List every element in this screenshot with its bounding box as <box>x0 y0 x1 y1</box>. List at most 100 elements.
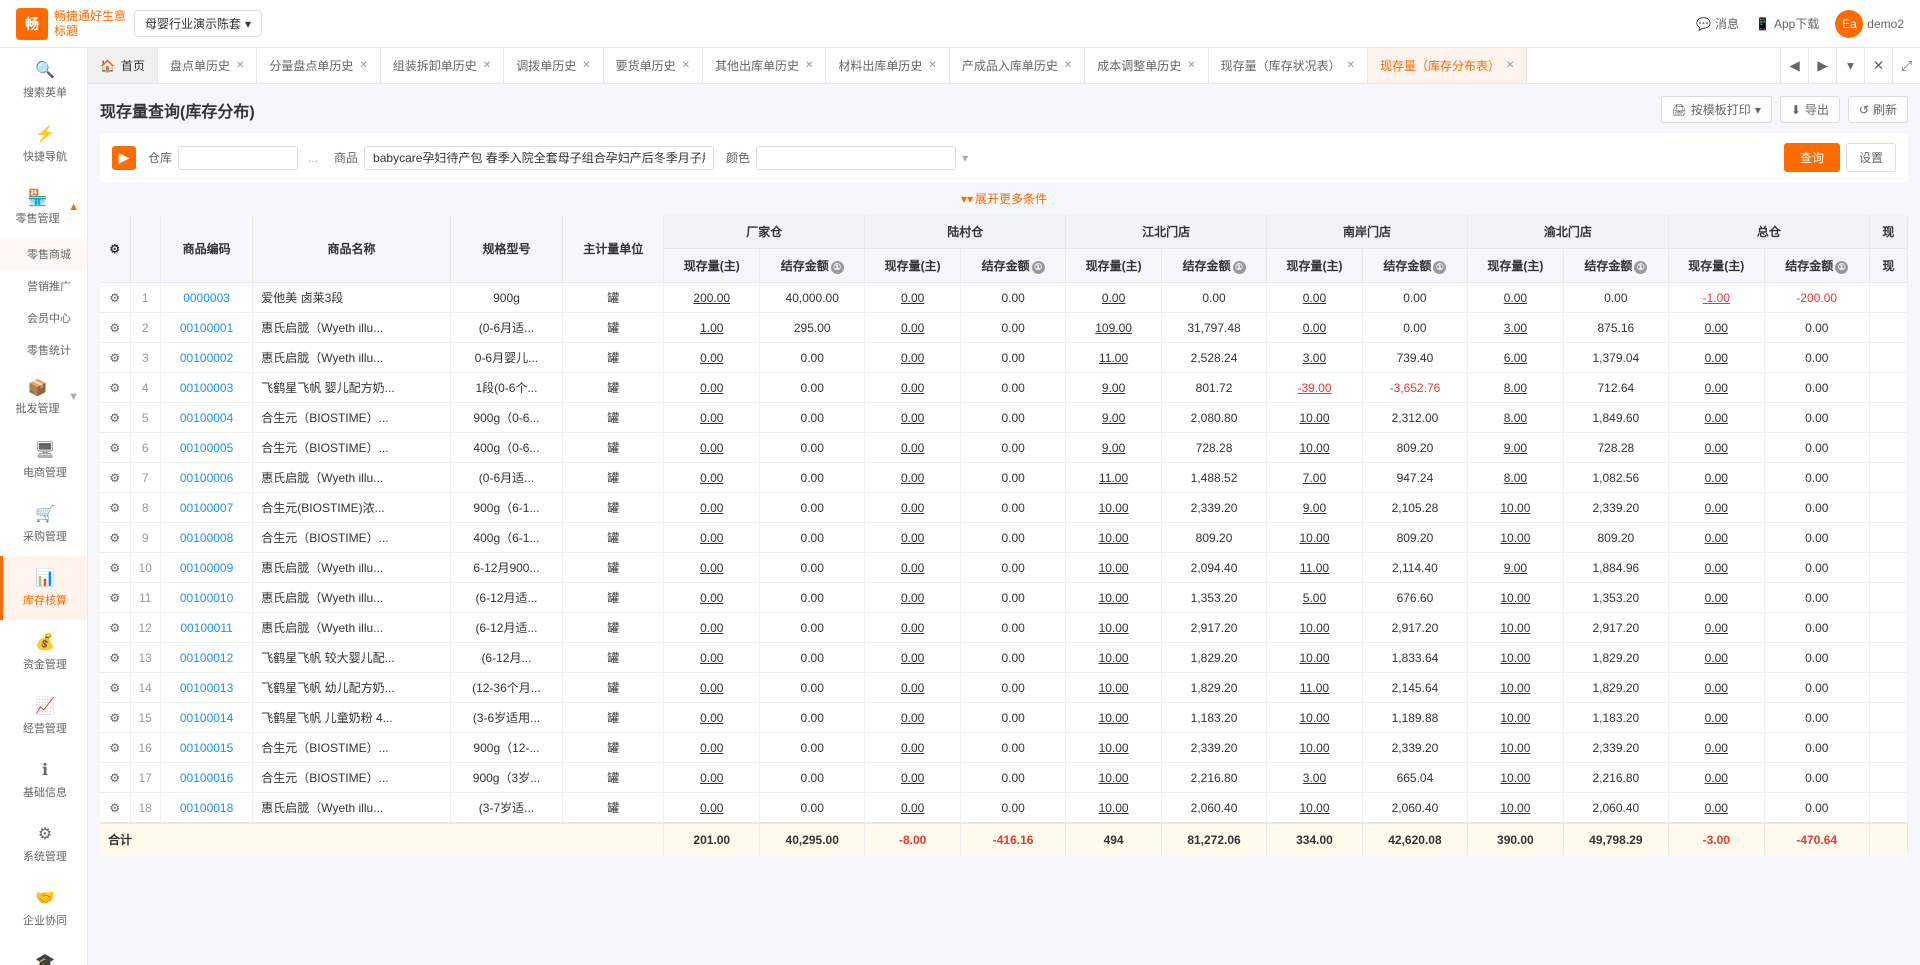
tab-close-all-btn[interactable]: ✕ <box>1864 48 1892 84</box>
cell-fac-qty[interactable]: 0.00 <box>664 583 760 613</box>
cell-yb-qty[interactable]: 8.00 <box>1467 373 1563 403</box>
cell-settings[interactable]: ⚙ <box>100 283 130 313</box>
cell-yb-qty[interactable]: 8.00 <box>1467 403 1563 433</box>
cell-na-qty[interactable]: 10.00 <box>1267 523 1363 553</box>
cell-settings[interactable]: ⚙ <box>100 553 130 583</box>
cell-fac-qty[interactable]: 0.00 <box>664 763 760 793</box>
cell-total-qty[interactable]: 0.00 <box>1668 583 1764 613</box>
cell-settings[interactable]: ⚙ <box>100 373 130 403</box>
refresh-btn[interactable]: ↺ 刷新 <box>1848 96 1908 123</box>
cell-fac-qty[interactable]: 0.00 <box>664 613 760 643</box>
cell-total-qty[interactable]: 0.00 <box>1668 733 1764 763</box>
cell-fac-qty[interactable]: 0.00 <box>664 373 760 403</box>
cell-total-qty[interactable]: 0.00 <box>1668 433 1764 463</box>
cell-jb-qty[interactable]: 10.00 <box>1066 553 1162 583</box>
tab-next-btn[interactable]: ▶ <box>1808 48 1836 84</box>
sidebar-item-operation[interactable]: 📈 经营管理 <box>0 684 87 748</box>
cell-luc-qty[interactable]: 0.00 <box>865 733 961 763</box>
print-btn[interactable]: 🖨 按模板打印 ▾ <box>1661 96 1772 123</box>
cell-settings[interactable]: ⚙ <box>100 703 130 733</box>
cell-luc-qty[interactable]: 0.00 <box>865 403 961 433</box>
cell-total-qty[interactable]: 0.00 <box>1668 703 1764 733</box>
close-tab-disassemble[interactable]: ✕ <box>483 60 491 71</box>
app-download-btn[interactable]: 📱 App下载 <box>1755 15 1819 32</box>
tab-material-out[interactable]: 材料出库单历史 ✕ <box>826 48 949 84</box>
cell-fac-qty[interactable]: 0.00 <box>664 703 760 733</box>
cell-fac-qty[interactable]: 0.00 <box>664 673 760 703</box>
tab-distribute-count[interactable]: 分量盘点单历史 ✕ <box>257 48 380 84</box>
cell-settings[interactable]: ⚙ <box>100 733 130 763</box>
cell-settings[interactable]: ⚙ <box>100 523 130 553</box>
cell-luc-qty[interactable]: 0.00 <box>865 673 961 703</box>
cell-total-qty[interactable]: 0.00 <box>1668 403 1764 433</box>
cell-fac-qty[interactable]: 1.00 <box>664 313 760 343</box>
cell-yb-qty[interactable]: 10.00 <box>1467 583 1563 613</box>
close-tab-demand[interactable]: ✕ <box>682 60 690 71</box>
cell-settings[interactable]: ⚙ <box>100 763 130 793</box>
cell-jb-qty[interactable]: 10.00 <box>1066 673 1162 703</box>
cell-na-qty[interactable]: 0.00 <box>1267 283 1363 313</box>
cell-yb-qty[interactable]: 8.00 <box>1467 463 1563 493</box>
cell-na-qty[interactable]: 9.00 <box>1267 493 1363 523</box>
tab-more-btn[interactable]: ▾ <box>1836 48 1864 84</box>
cell-jb-qty[interactable]: 10.00 <box>1066 733 1162 763</box>
cell-total-qty[interactable]: 0.00 <box>1668 313 1764 343</box>
warehouse-dots-btn[interactable]: ... <box>304 151 322 165</box>
cell-yb-qty[interactable]: 10.00 <box>1467 493 1563 523</box>
cell-jb-qty[interactable]: 10.00 <box>1066 493 1162 523</box>
close-tab-stock-status[interactable]: ✕ <box>1347 60 1355 71</box>
sidebar-item-wholesale[interactable]: 📦 批发管理 ▼ <box>0 366 87 428</box>
info-total[interactable]: ① <box>1835 261 1848 274</box>
cell-fac-qty[interactable]: 0.00 <box>664 403 760 433</box>
info-fac[interactable]: ① <box>831 261 844 274</box>
tab-expand-btn[interactable]: ⤢ <box>1892 48 1920 84</box>
setting-btn[interactable]: 设置 <box>1846 143 1896 172</box>
cell-yb-qty[interactable]: 10.00 <box>1467 703 1563 733</box>
close-tab-material-out[interactable]: ✕ <box>928 60 936 71</box>
cell-na-qty[interactable]: 10.00 <box>1267 793 1363 824</box>
cell-settings[interactable]: ⚙ <box>100 463 130 493</box>
cell-jb-qty[interactable]: 11.00 <box>1066 463 1162 493</box>
warehouse-input[interactable] <box>178 146 298 170</box>
cell-total-qty[interactable]: 0.00 <box>1668 763 1764 793</box>
cell-na-qty[interactable]: 10.00 <box>1267 403 1363 433</box>
cell-na-qty[interactable]: 10.00 <box>1267 433 1363 463</box>
close-tab-cost-adj[interactable]: ✕ <box>1187 60 1195 71</box>
cell-total-qty[interactable]: -1.00 <box>1668 283 1764 313</box>
cell-total-qty[interactable]: 0.00 <box>1668 643 1764 673</box>
cell-fac-qty[interactable]: 0.00 <box>664 793 760 824</box>
close-tab-inventory-count[interactable]: ✕ <box>236 60 244 71</box>
cell-jb-qty[interactable]: 11.00 <box>1066 343 1162 373</box>
color-input[interactable] <box>756 146 956 170</box>
cell-na-qty[interactable]: 7.00 <box>1267 463 1363 493</box>
cell-luc-qty[interactable]: 0.00 <box>865 463 961 493</box>
sidebar-item-member[interactable]: 会员中心 <box>0 302 87 334</box>
cell-luc-qty[interactable]: 0.00 <box>865 493 961 523</box>
cell-settings[interactable]: ⚙ <box>100 673 130 703</box>
cell-settings[interactable]: ⚙ <box>100 583 130 613</box>
cell-jb-qty[interactable]: 109.00 <box>1066 313 1162 343</box>
cell-total-qty[interactable]: 0.00 <box>1668 493 1764 523</box>
tab-stock-status[interactable]: 现存量（库存状况表） ✕ <box>1209 48 1368 84</box>
cell-yb-qty[interactable]: 9.00 <box>1467 553 1563 583</box>
cell-settings[interactable]: ⚙ <box>100 613 130 643</box>
cell-na-qty[interactable]: 5.00 <box>1267 583 1363 613</box>
cell-luc-qty[interactable]: 0.00 <box>865 373 961 403</box>
cell-settings[interactable]: ⚙ <box>100 343 130 373</box>
sidebar-item-retail-stats[interactable]: 零售统计 <box>0 334 87 366</box>
cell-total-qty[interactable]: 0.00 <box>1668 553 1764 583</box>
cell-settings[interactable]: ⚙ <box>100 493 130 523</box>
tab-product-in[interactable]: 产成品入库单历史 ✕ <box>950 48 1085 84</box>
tab-inventory-count[interactable]: 盘点单历史 ✕ <box>158 48 257 84</box>
goods-input[interactable] <box>364 146 714 170</box>
user-area[interactable]: Ea demo2 <box>1835 10 1904 38</box>
cell-yb-qty[interactable]: 9.00 <box>1467 433 1563 463</box>
cell-yb-qty[interactable]: 6.00 <box>1467 343 1563 373</box>
cell-na-qty[interactable]: 11.00 <box>1267 553 1363 583</box>
cell-na-qty[interactable]: 11.00 <box>1267 673 1363 703</box>
cell-luc-qty[interactable]: 0.00 <box>865 313 961 343</box>
cell-settings[interactable]: ⚙ <box>100 643 130 673</box>
sidebar-item-shortcut[interactable]: ⚡ 快捷导航 <box>0 112 87 176</box>
cell-luc-qty[interactable]: 0.00 <box>865 433 961 463</box>
cell-yb-qty[interactable]: 10.00 <box>1467 733 1563 763</box>
